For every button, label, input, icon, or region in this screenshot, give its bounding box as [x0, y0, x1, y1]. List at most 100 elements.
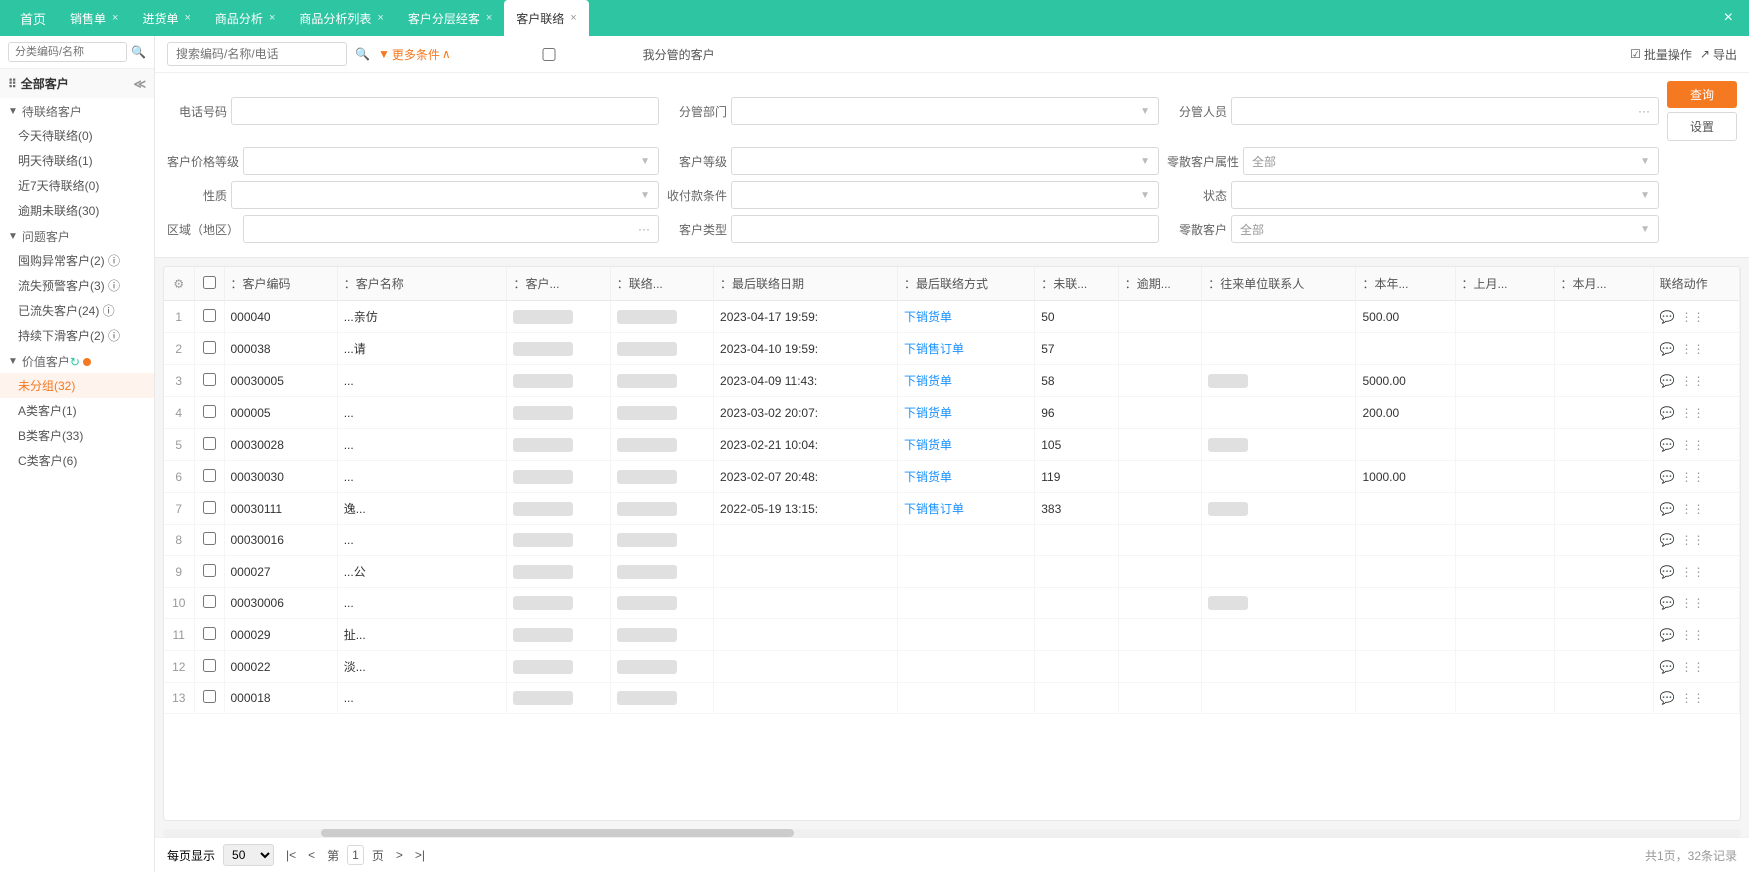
last-way-link[interactable]: 下销售订单 [904, 342, 964, 356]
message-icon[interactable]: 💬 [1660, 502, 1675, 516]
more-action-icon[interactable]: ⋮⋮ [1681, 438, 1705, 452]
th-type[interactable]: ：客户... [507, 267, 610, 301]
th-last-month[interactable]: ：上月... [1455, 267, 1554, 301]
close-sales-tab[interactable]: × [112, 12, 118, 24]
export-btn[interactable]: ↗ 导出 [1700, 46, 1737, 63]
collapse-icon[interactable]: ≪ [133, 77, 146, 91]
sidebar-item-declining[interactable]: 持续下滑客户(2) ⓘ [0, 323, 154, 348]
value-group-title[interactable]: ▼ 价值客户 ↻ [0, 348, 154, 373]
close-purchase-tab[interactable]: × [184, 12, 190, 24]
retail-customer-select[interactable]: 全部 ▼ [1231, 215, 1659, 243]
query-btn[interactable]: 查询 [1667, 81, 1737, 108]
message-icon[interactable]: 💬 [1660, 660, 1675, 674]
th-overdue[interactable]: ：逾期... [1118, 267, 1202, 301]
next-page-btn[interactable]: > [392, 846, 407, 864]
row-checkbox[interactable] [194, 588, 224, 619]
last-page-btn[interactable]: >| [411, 846, 429, 864]
nav-tab-analysis[interactable]: 商品分析 × [203, 0, 287, 36]
th-contacts[interactable]: ：往来单位联系人 [1202, 267, 1356, 301]
more-conditions-btn[interactable]: ▼ 更多条件 ∧ [378, 46, 451, 63]
sidebar-item-type-b[interactable]: B类客户(33) [0, 423, 154, 448]
last-way-link[interactable]: 下销售订单 [904, 502, 964, 516]
more-action-icon[interactable]: ⋮⋮ [1681, 502, 1705, 516]
message-icon[interactable]: 💬 [1660, 628, 1675, 642]
customer-level-select[interactable]: ▼ [731, 147, 1159, 175]
close-analysis-list-tab[interactable]: × [377, 12, 383, 24]
last-way-link[interactable]: 下销货单 [904, 310, 952, 324]
more-action-icon[interactable]: ⋮⋮ [1681, 470, 1705, 484]
nature-select[interactable]: ▼ [231, 181, 659, 209]
more-action-icon[interactable]: ⋮⋮ [1681, 565, 1705, 579]
th-contact[interactable]: ：联络... [610, 267, 713, 301]
sidebar-item-overdue[interactable]: 逾期未联络(30) [0, 198, 154, 223]
nav-tab-analysis-list[interactable]: 商品分析列表 × [287, 0, 395, 36]
region-select[interactable]: ··· [243, 215, 659, 243]
reset-btn[interactable]: 设置 [1667, 112, 1737, 141]
message-icon[interactable]: 💬 [1660, 565, 1675, 579]
row-checkbox[interactable] [194, 333, 224, 365]
sidebar-item-tomorrow-pending[interactable]: 明天待联络(1) [0, 148, 154, 173]
sidebar-item-abnormal[interactable]: 囤购异常客户(2) ⓘ [0, 248, 154, 273]
my-customers-check[interactable] [459, 48, 639, 61]
message-icon[interactable]: 💬 [1660, 310, 1675, 324]
sidebar-search-icon[interactable]: 🔍 [131, 45, 146, 59]
problem-group-title[interactable]: ▼ 问题客户 [0, 223, 154, 248]
more-action-icon[interactable]: ⋮⋮ [1681, 406, 1705, 420]
more-action-icon[interactable]: ⋮⋮ [1681, 533, 1705, 547]
row-checkbox[interactable] [194, 683, 224, 714]
horizontal-scrollbar[interactable] [163, 829, 1741, 837]
row-checkbox[interactable] [194, 651, 224, 683]
my-customers-checkbox[interactable]: 我分管的客户 [459, 46, 715, 63]
row-checkbox[interactable] [194, 365, 224, 397]
batch-operation-btn[interactable]: ☑ 批量操作 [1630, 46, 1692, 63]
more-action-icon[interactable]: ⋮⋮ [1681, 660, 1705, 674]
status-select[interactable]: ▼ [1231, 181, 1659, 209]
sidebar-item-ungrouped[interactable]: 未分组(32) [0, 373, 154, 398]
th-last-date[interactable]: ：最后联络日期 [714, 267, 898, 301]
pending-group-title[interactable]: ▼ 待联络客户 [0, 98, 154, 123]
row-checkbox[interactable] [194, 429, 224, 461]
scrollbar-thumb[interactable] [321, 829, 794, 837]
message-icon[interactable]: 💬 [1660, 406, 1675, 420]
price-level-select[interactable]: ▼ [243, 147, 659, 175]
sidebar-item-type-c[interactable]: C类客户(6) [0, 448, 154, 473]
last-way-link[interactable]: 下销货单 [904, 406, 952, 420]
first-page-btn[interactable]: |< [282, 846, 300, 864]
row-checkbox[interactable] [194, 397, 224, 429]
last-way-link[interactable]: 下销货单 [904, 374, 952, 388]
sidebar-item-churn-warning[interactable]: 流失预警客户(3) ⓘ [0, 273, 154, 298]
manager-input[interactable]: ··· [1231, 97, 1659, 125]
dept-select[interactable]: ▼ [731, 97, 1159, 125]
phone-input[interactable] [231, 97, 659, 125]
more-action-icon[interactable]: ⋮⋮ [1681, 310, 1705, 324]
payment-select[interactable]: ▼ [731, 181, 1159, 209]
sidebar-item-today-pending[interactable]: 今天待联络(0) [0, 123, 154, 148]
more-action-icon[interactable]: ⋮⋮ [1681, 374, 1705, 388]
sidebar-item-type-a[interactable]: A类客户(1) [0, 398, 154, 423]
th-code[interactable]: ：客户编码 [224, 267, 337, 301]
search-input[interactable] [167, 42, 347, 66]
message-icon[interactable]: 💬 [1660, 342, 1675, 356]
message-icon[interactable]: 💬 [1660, 691, 1675, 705]
settings-icon[interactable]: ⚙ [173, 277, 184, 291]
more-action-icon[interactable]: ⋮⋮ [1681, 691, 1705, 705]
page-size-select[interactable]: 50 100 200 [223, 844, 274, 866]
row-checkbox[interactable] [194, 619, 224, 651]
row-checkbox[interactable] [194, 301, 224, 333]
message-icon[interactable]: 💬 [1660, 438, 1675, 452]
th-this-year[interactable]: ：本年... [1356, 267, 1455, 301]
refresh-icon[interactable]: ↻ [70, 355, 80, 369]
sidebar-search-input[interactable] [8, 42, 127, 62]
nav-tab-customer-contact[interactable]: 客户联络 × [504, 0, 588, 36]
more-action-icon[interactable]: ⋮⋮ [1681, 628, 1705, 642]
nav-tab-customer-segment[interactable]: 客户分层经客 × [396, 0, 504, 36]
row-checkbox[interactable] [194, 525, 224, 556]
th-name[interactable]: ：客户名称 [337, 267, 507, 301]
last-way-link[interactable]: 下销货单 [904, 438, 952, 452]
message-icon[interactable]: 💬 [1660, 533, 1675, 547]
retail-attr-select[interactable]: 全部 ▼ [1243, 147, 1659, 175]
row-checkbox[interactable] [194, 493, 224, 525]
all-customers-header[interactable]: ⠿ 全部客户 ≪ [0, 69, 154, 98]
sidebar-item-week-pending[interactable]: 近7天待联络(0) [0, 173, 154, 198]
row-checkbox[interactable] [194, 556, 224, 588]
